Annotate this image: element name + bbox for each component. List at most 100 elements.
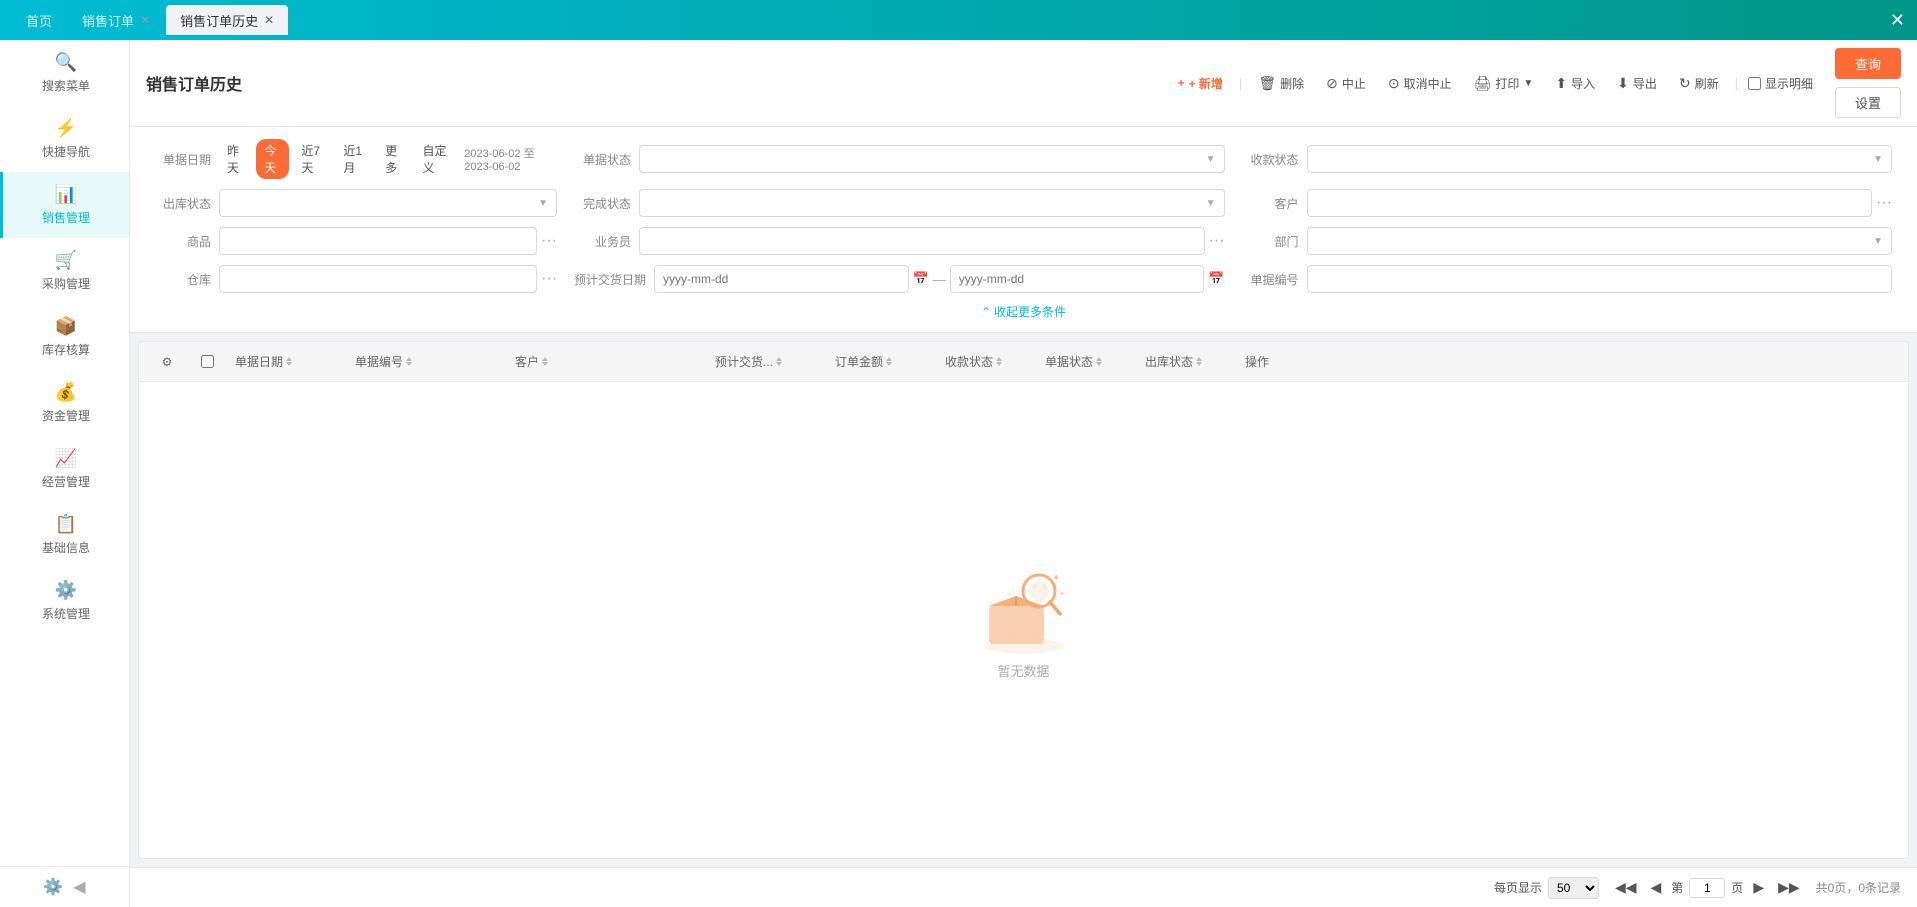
first-page-button[interactable]: ◀◀ — [1611, 877, 1641, 898]
date-yesterday[interactable]: 昨天 — [219, 139, 252, 179]
date-1month[interactable]: 近1月 — [335, 139, 373, 179]
sidebar-collapse-icon[interactable]: ◀ — [73, 877, 85, 897]
customer-dots[interactable]: ··· — [1876, 194, 1892, 212]
filter-row-4: 仓库 ··· 预计交货日期 📅 — 📅 — [146, 265, 1901, 293]
th-order-status[interactable]: 单据状态 — [1037, 353, 1137, 370]
customer-input[interactable] — [1307, 189, 1873, 217]
sidebar-item-sales-mgmt[interactable]: 📊 销售管理 — [0, 172, 129, 238]
filter-pay-status: 收款状态 ▼ — [1234, 145, 1902, 173]
add-button[interactable]: + + 新增 — [1172, 71, 1229, 96]
sidebar-bottom: ⚙️ ◀ — [0, 866, 129, 907]
complete-status-select[interactable]: ▼ — [639, 189, 1225, 217]
per-page-dropdown[interactable]: 50 10 20 100 — [1548, 877, 1599, 899]
page-number-input[interactable] — [1689, 878, 1725, 898]
calendar-icon-end[interactable]: 📅 — [1208, 271, 1224, 287]
show-detail-checkbox-label[interactable]: 显示明细 — [1748, 75, 1813, 92]
table-body-empty: ✦ ✦ 暂无数据 — [139, 382, 1908, 858]
prev-page-button[interactable]: ◀ — [1647, 877, 1666, 898]
th-delivery[interactable]: 预计交货... — [707, 353, 827, 370]
cancel-stop-button[interactable]: ⊙ 取消中止 — [1382, 71, 1458, 96]
search-menu-icon: 🔍 — [55, 52, 77, 73]
sidebar-item-sys-mgmt[interactable]: ⚙️ 系统管理 — [0, 568, 129, 634]
filter-warehouse: 仓库 ··· — [146, 265, 566, 293]
window-close-button[interactable]: ✕ — [1890, 10, 1905, 31]
goods-input[interactable] — [219, 227, 537, 255]
stop-button[interactable]: ⊘ 中止 — [1320, 71, 1372, 96]
sidebar-item-inventory[interactable]: 📦 库存核算 — [0, 304, 129, 370]
th-date[interactable]: 单据日期 — [227, 353, 347, 370]
sidebar-item-search-menu[interactable]: 🔍 搜索菜单 — [0, 40, 129, 106]
date-7days[interactable]: 近7天 — [293, 139, 331, 179]
sidebar-item-operations[interactable]: 📈 经营管理 — [0, 436, 129, 502]
sort-amount[interactable] — [886, 357, 892, 366]
tab-sales-order[interactable]: 销售订单 ✕ — [68, 5, 164, 35]
refresh-button[interactable]: ↻ 刷新 — [1673, 71, 1725, 96]
order-no-input[interactable] — [1307, 265, 1893, 293]
sidebar-item-base-info[interactable]: 📋 基础信息 — [0, 502, 129, 568]
out-status-select[interactable]: ▼ — [219, 189, 557, 217]
top-bar: 首页 销售订单 ✕ 销售订单历史 ✕ ✕ — [0, 0, 1917, 40]
filter-delivery-date: 预计交货日期 📅 — 📅 — [566, 265, 1234, 293]
sidebar-settings-icon[interactable]: ⚙️ — [43, 877, 63, 897]
sort-out-status[interactable] — [1196, 357, 1202, 366]
sort-order-status[interactable] — [1096, 357, 1102, 366]
delivery-date-end[interactable] — [950, 265, 1205, 293]
tab-home-label: 首页 — [26, 11, 52, 30]
show-detail-checkbox[interactable] — [1748, 77, 1761, 90]
sort-date[interactable] — [286, 357, 292, 366]
sort-customer[interactable] — [542, 357, 548, 366]
last-page-button[interactable]: ▶▶ — [1774, 877, 1804, 898]
warehouse-dots[interactable]: ··· — [541, 270, 557, 288]
table-settings-icon[interactable]: ⚙ — [162, 355, 173, 369]
export-button[interactable]: ⬇ 导出 — [1611, 71, 1663, 96]
salesman-input[interactable] — [639, 227, 1205, 255]
query-button[interactable]: 查询 — [1835, 48, 1901, 79]
filter-order-status: 单据状态 ▼ — [566, 145, 1234, 173]
delete-button[interactable]: 🗑 删除 — [1252, 71, 1310, 96]
dept-select[interactable]: ▼ — [1307, 227, 1893, 255]
sort-no[interactable] — [406, 357, 412, 366]
salesman-dots[interactable]: ··· — [1209, 232, 1225, 250]
goods-dots[interactable]: ··· — [541, 232, 557, 250]
refresh-label: 刷新 — [1695, 75, 1719, 92]
date-more[interactable]: 更多 — [377, 139, 410, 179]
calendar-icon-start[interactable]: 📅 — [913, 271, 929, 287]
th-delivery-label: 预计交货... — [715, 353, 773, 370]
date-today[interactable]: 今天 — [256, 139, 289, 179]
order-status-select[interactable]: ▼ — [639, 145, 1225, 173]
order-no-control — [1307, 265, 1893, 293]
th-amount[interactable]: 订单金额 — [827, 353, 937, 370]
tab-sales-history-close[interactable]: ✕ — [264, 13, 274, 27]
sidebar-item-purchase-mgmt[interactable]: 🛒 采购管理 — [0, 238, 129, 304]
select-all-checkbox[interactable] — [201, 355, 214, 368]
print-button[interactable]: 🖨 打印 ▼ — [1468, 71, 1540, 96]
per-page-label: 每页显示 — [1494, 879, 1542, 896]
sort-delivery[interactable] — [776, 357, 782, 366]
th-pay-status[interactable]: 收款状态 — [937, 353, 1037, 370]
tab-home[interactable]: 首页 — [12, 5, 66, 35]
sidebar-item-finance[interactable]: 💰 资金管理 — [0, 370, 129, 436]
customer-label: 客户 — [1242, 195, 1307, 212]
collapse-button[interactable]: ⌃ 收起更多条件 — [981, 303, 1066, 320]
tab-sales-history[interactable]: 销售订单历史 ✕ — [166, 5, 288, 35]
import-button[interactable]: ⬆ 导入 — [1549, 71, 1601, 96]
date-custom[interactable]: 自定义 — [414, 139, 456, 179]
th-customer-label: 客户 — [515, 353, 539, 370]
next-page-button[interactable]: ▶ — [1749, 877, 1768, 898]
th-no[interactable]: 单据编号 — [347, 353, 507, 370]
setting-button[interactable]: 设置 — [1835, 87, 1901, 118]
sort-pay-status[interactable] — [996, 357, 1002, 366]
delivery-date-start[interactable] — [654, 265, 909, 293]
warehouse-input[interactable] — [219, 265, 537, 293]
pay-status-select[interactable]: ▼ — [1307, 145, 1893, 173]
table-settings-col[interactable]: ⚙ — [147, 355, 187, 369]
sidebar-item-sales-mgmt-label: 销售管理 — [42, 209, 90, 226]
th-customer[interactable]: 客户 — [507, 353, 707, 370]
th-out-status[interactable]: 出库状态 — [1137, 353, 1237, 370]
tab-sales-order-close[interactable]: ✕ — [140, 13, 150, 27]
sidebar-item-quick-nav[interactable]: ⚡ 快捷导航 — [0, 106, 129, 172]
inventory-icon: 📦 — [55, 316, 77, 337]
table-checkbox-col[interactable] — [187, 355, 227, 368]
tab-sales-order-label: 销售订单 — [82, 11, 134, 30]
date-filter-control: 昨天 今天 近7天 近1月 更多 自定义 2023-06-02 至 2023-0… — [219, 139, 557, 179]
